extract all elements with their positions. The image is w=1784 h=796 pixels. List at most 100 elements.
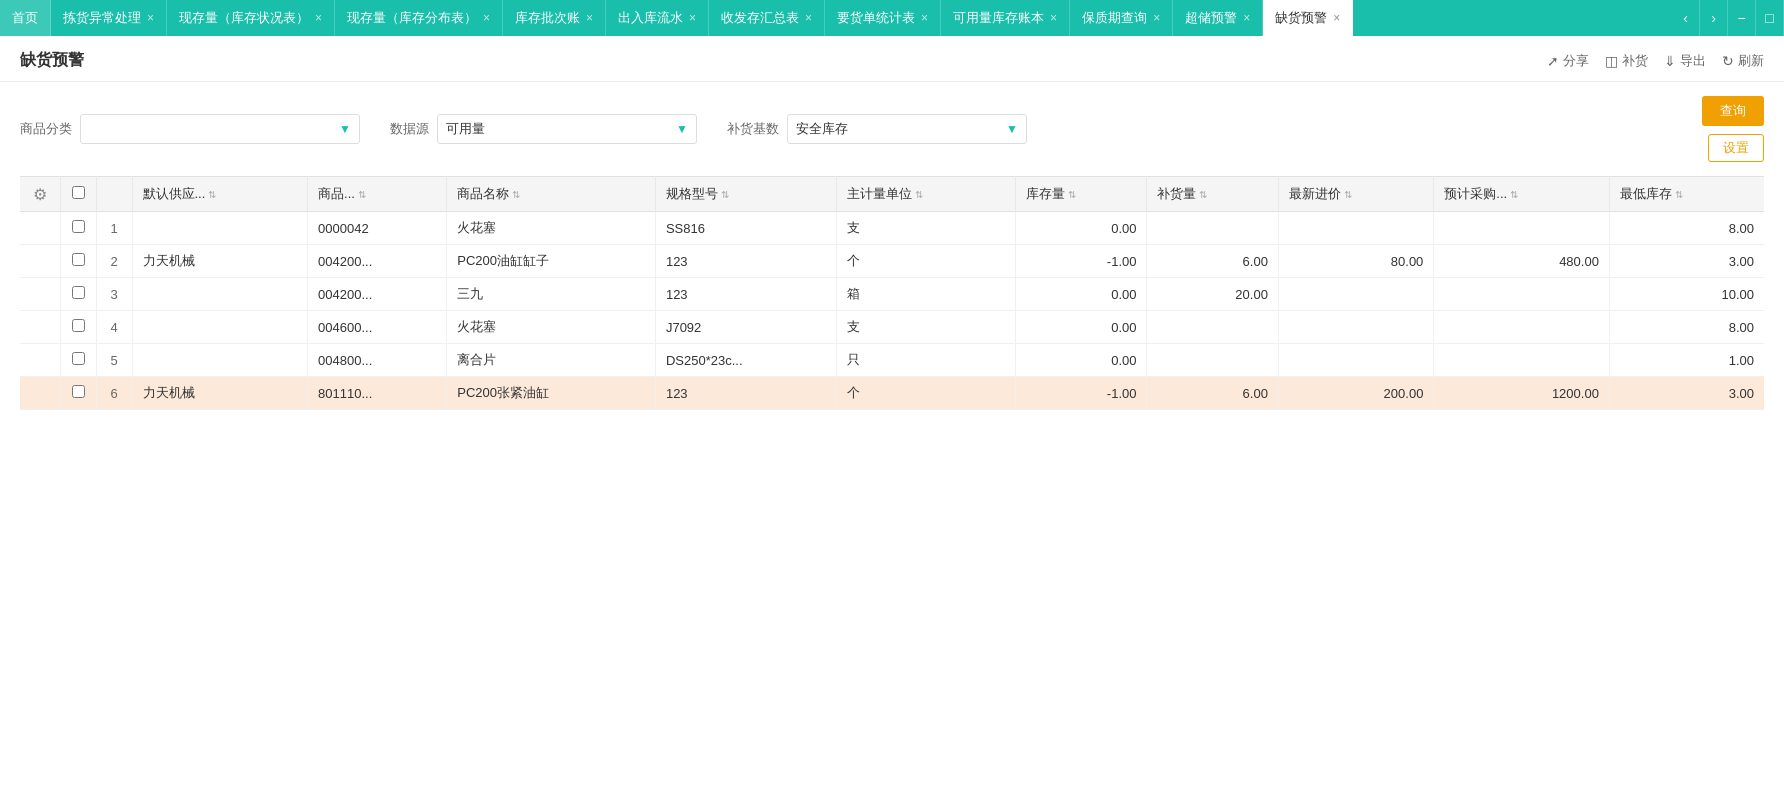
close-receipt-summary-tab[interactable]: × xyxy=(805,11,812,25)
export-button[interactable]: ⇓ 导出 xyxy=(1664,52,1706,70)
td-unit-2: 箱 xyxy=(836,278,1016,311)
tab-shortage[interactable]: 缺货预警 × xyxy=(1263,0,1353,36)
close-overstock-tab[interactable]: × xyxy=(1243,11,1250,25)
tab-minimize[interactable]: − xyxy=(1728,0,1756,36)
select-all-checkbox[interactable] xyxy=(72,186,85,199)
close-demand-stats-tab[interactable]: × xyxy=(921,11,928,25)
th-stock: 库存量 ⇅ xyxy=(1016,177,1147,212)
sort-name-icon: ⇅ xyxy=(512,189,520,200)
td-code-4: 004800... xyxy=(308,344,447,377)
query-button[interactable]: 查询 xyxy=(1702,96,1764,126)
td-checkbox-3[interactable] xyxy=(60,311,96,344)
datasource-label: 数据源 xyxy=(390,120,429,138)
close-inventory-status-tab[interactable]: × xyxy=(315,11,322,25)
column-settings-icon[interactable]: ⚙ xyxy=(31,185,49,203)
td-spec-2: 123 xyxy=(655,278,836,311)
td-checkbox-2[interactable] xyxy=(60,278,96,311)
share-button[interactable]: ➚ 分享 xyxy=(1547,52,1589,70)
replenish-base-select[interactable]: 安全库存 ▼ xyxy=(787,114,1027,144)
close-batch-account-tab[interactable]: × xyxy=(586,11,593,25)
sort-stock-icon: ⇅ xyxy=(1068,189,1076,200)
td-min-stock-3: 8.00 xyxy=(1609,311,1764,344)
td-name-5: PC200张紧油缸 xyxy=(447,377,656,410)
category-select[interactable]: ▼ xyxy=(80,114,360,144)
td-stock-0: 0.00 xyxy=(1016,212,1147,245)
th-num xyxy=(96,177,132,212)
refresh-button[interactable]: ↻ 刷新 xyxy=(1722,52,1764,70)
table-row: 1 0000042 火花塞 SS816 支 0.00 8.00 xyxy=(20,212,1764,245)
close-available-ledger-tab[interactable]: × xyxy=(1050,11,1057,25)
th-est-purchase: 预计采购... ⇅ xyxy=(1434,177,1610,212)
td-est-purchase-2 xyxy=(1434,278,1610,311)
table-row: 5 004800... 离合片 DS250*23c... 只 0.00 1.00 xyxy=(20,344,1764,377)
tab-overstock[interactable]: 超储预警 × xyxy=(1173,0,1263,36)
td-replenish-2: 20.00 xyxy=(1147,278,1278,311)
td-settings-3 xyxy=(20,311,60,344)
td-checkbox-0[interactable] xyxy=(60,212,96,245)
tab-demand-stats[interactable]: 要货单统计表 × xyxy=(825,0,941,36)
datasource-filter-group: 数据源 可用量 ▼ xyxy=(390,114,697,144)
replenish-base-dropdown-icon: ▼ xyxy=(1006,122,1018,136)
table-header-row: ⚙ 默认供应... ⇅ 商品... xyxy=(20,177,1764,212)
th-default-supplier: 默认供应... ⇅ xyxy=(132,177,308,212)
tab-home[interactable]: 首页 xyxy=(0,0,51,36)
td-code-1: 004200... xyxy=(308,245,447,278)
tab-exception[interactable]: 拣货异常处理 × xyxy=(51,0,167,36)
td-stock-4: 0.00 xyxy=(1016,344,1147,377)
tab-scroll-right[interactable]: › xyxy=(1700,0,1728,36)
replenish-base-filter-group: 补货基数 安全库存 ▼ xyxy=(727,114,1027,144)
tab-available-ledger[interactable]: 可用量库存账本 × xyxy=(941,0,1070,36)
td-checkbox-1[interactable] xyxy=(60,245,96,278)
tab-inventory-dist[interactable]: 现存量（库存分布表） × xyxy=(335,0,503,36)
replenish-button[interactable]: ◫ 补货 xyxy=(1605,52,1648,70)
tab-expiry-query[interactable]: 保质期查询 × xyxy=(1070,0,1173,36)
th-unit: 主计量单位 ⇅ xyxy=(836,177,1016,212)
td-checkbox-4[interactable] xyxy=(60,344,96,377)
td-replenish-5: 6.00 xyxy=(1147,377,1278,410)
td-min-stock-0: 8.00 xyxy=(1609,212,1764,245)
data-table: ⚙ 默认供应... ⇅ 商品... xyxy=(20,176,1764,410)
td-spec-4: DS250*23c... xyxy=(655,344,836,377)
close-shortage-tab[interactable]: × xyxy=(1333,11,1340,25)
tab-scroll-left[interactable]: ‹ xyxy=(1672,0,1700,36)
close-exception-tab[interactable]: × xyxy=(147,11,154,25)
td-supplier-5: 力天机械 xyxy=(132,377,308,410)
td-min-stock-4: 1.00 xyxy=(1609,344,1764,377)
td-num-5: 6 xyxy=(96,377,132,410)
close-inventory-dist-tab[interactable]: × xyxy=(483,11,490,25)
td-price-4 xyxy=(1278,344,1433,377)
td-min-stock-5: 3.00 xyxy=(1609,377,1764,410)
page-header: 缺货预警 ➚ 分享 ◫ 补货 ⇓ 导出 ↻ 刷新 xyxy=(0,36,1784,82)
td-num-0: 1 xyxy=(96,212,132,245)
tab-inout-flow[interactable]: 出入库流水 × xyxy=(606,0,709,36)
datasource-select[interactable]: 可用量 ▼ xyxy=(437,114,697,144)
td-spec-3: J7092 xyxy=(655,311,836,344)
td-checkbox-5[interactable] xyxy=(60,377,96,410)
settings-button[interactable]: 设置 xyxy=(1708,134,1764,162)
tab-batch-account[interactable]: 库存批次账 × xyxy=(503,0,606,36)
sort-replenish-icon: ⇅ xyxy=(1199,189,1207,200)
td-replenish-1: 6.00 xyxy=(1147,245,1278,278)
table-row: 3 004200... 三九 123 箱 0.00 20.00 10.00 xyxy=(20,278,1764,311)
td-unit-1: 个 xyxy=(836,245,1016,278)
td-name-3: 火花塞 xyxy=(447,311,656,344)
td-est-purchase-1: 480.00 xyxy=(1434,245,1610,278)
td-settings-5 xyxy=(20,377,60,410)
td-price-3 xyxy=(1278,311,1433,344)
filter-actions: 查询 设置 xyxy=(1702,96,1764,162)
filter-row: 商品分类 ▼ 数据源 可用量 ▼ 补货基数 安全库存 ▼ 查询 设置 xyxy=(0,82,1784,176)
close-expiry-query-tab[interactable]: × xyxy=(1153,11,1160,25)
th-min-stock: 最低库存 ⇅ xyxy=(1609,177,1764,212)
tab-inventory-status[interactable]: 现存量（库存状况表） × xyxy=(167,0,335,36)
th-replenish: 补货量 ⇅ xyxy=(1147,177,1278,212)
td-code-3: 004600... xyxy=(308,311,447,344)
tab-maximize[interactable]: □ xyxy=(1756,0,1784,36)
td-settings-0 xyxy=(20,212,60,245)
sort-unit-icon: ⇅ xyxy=(915,189,923,200)
close-inout-flow-tab[interactable]: × xyxy=(689,11,696,25)
replenish-icon: ◫ xyxy=(1605,53,1618,69)
refresh-icon: ↻ xyxy=(1722,53,1734,69)
td-replenish-0 xyxy=(1147,212,1278,245)
tab-receipt-summary[interactable]: 收发存汇总表 × xyxy=(709,0,825,36)
td-num-3: 4 xyxy=(96,311,132,344)
